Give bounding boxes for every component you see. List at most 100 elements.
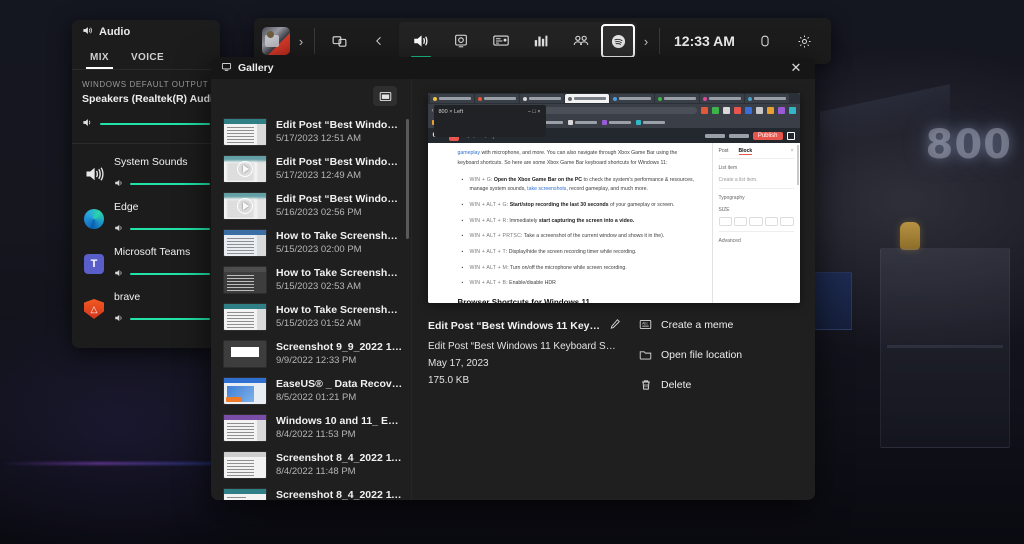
list-item[interactable]: How to Take Screenshots in... 5/15/2023 … [211,298,411,335]
preview-save-draft [705,134,725,138]
close-icon[interactable]: ✕ [783,58,809,78]
preview-list-item: WIN + ALT + G: Start/stop recording the … [470,201,696,211]
gallery-item-list[interactable]: Edit Post “Best Windows 11... 5/17/2023 … [211,113,411,500]
create-meme-button[interactable]: Abc Create a meme [639,318,799,331]
tab-voice[interactable]: VOICE [123,48,172,69]
open-file-location-label: Open file location [661,349,742,361]
list-item[interactable]: EaseUS® _ Data Recovery,... 8/5/2022 01:… [211,372,411,409]
detail-metadata: Edit Post “Best Windows 11 Keyboard Shor… [428,317,621,408]
volume-icon[interactable] [114,220,124,238]
chevron-left-icon[interactable] [359,22,399,60]
list-item[interactable]: Windows 10 and 11_ Easily Ta... 8/4/2022… [211,409,411,446]
wallpaper-poster [812,272,852,330]
profile-button[interactable] [260,27,292,55]
play-icon [224,156,266,182]
widgets-icon[interactable] [319,22,359,60]
preview-browser-tabs [428,93,800,104]
preview-sidebar-advanced: Advanced [719,238,794,244]
list-item[interactable]: Edit Post “Best Windows 11... 5/17/2023 … [211,113,411,150]
audio-icon[interactable] [401,22,441,60]
desktop-background: 800 Audio MIX VOICE WINDOWS DEFAULT OUTP… [0,0,1024,544]
divider [314,28,315,54]
tab-mix[interactable]: MIX [82,48,117,69]
broadcast-icon[interactable] [481,22,521,60]
audio-app-volume-row[interactable] [114,175,210,193]
gallery-titlebar: Gallery ✕ [211,57,815,79]
audio-app-volume-slider[interactable] [130,318,210,320]
volume-icon[interactable] [114,310,124,328]
preview-paragraph-text: with microphone, and more. You can also … [458,150,678,166]
divider [72,143,220,144]
audio-app-row[interactable]: △ brave [72,285,220,330]
master-volume-row[interactable] [72,113,220,143]
audio-app-name: brave [114,291,210,303]
resources-icon[interactable] [745,22,785,60]
pencil-icon[interactable] [609,317,621,335]
list-item-date: 8/5/2022 01:21 PM [276,392,403,403]
audio-app-volume-slider[interactable] [130,228,210,230]
audio-app-row[interactable]: System Sounds [72,150,220,195]
preview-image[interactable]: ‹ › ↻ [428,93,800,303]
preview-publish-button: Publish [753,132,783,140]
audio-app-volume-slider[interactable] [130,273,210,275]
performance-icon[interactable] [521,22,561,60]
list-item-date: 5/17/2023 12:51 AM [276,133,403,144]
chevron-right-icon[interactable]: › [637,34,655,49]
audio-app-name: System Sounds [114,156,210,168]
list-item[interactable]: How to Take Screenshots in... 5/15/2023 … [211,261,411,298]
audio-app-volume-row[interactable] [114,310,210,328]
xbox-profile-avatar[interactable] [262,27,290,55]
preview-overlay-label: 800 × Left [439,109,464,115]
speaker-icon [82,25,93,39]
volume-icon[interactable] [114,265,124,283]
volume-icon[interactable] [82,115,93,133]
preview-article: gameplay with microphone, and more. You … [428,143,712,303]
list-scrollbar[interactable] [406,119,409,239]
capture-icon[interactable] [441,22,481,60]
layout-view-icon[interactable] [373,86,397,106]
audio-app-name: Edge [114,201,210,213]
audio-app-volume-slider[interactable] [130,183,210,185]
list-item[interactable]: Screenshot 9_9_2022 12_33_... 9/9/2022 1… [211,335,411,372]
master-volume-slider[interactable] [100,123,210,125]
audio-app-volume-row[interactable] [114,265,210,283]
audio-app-row[interactable]: Edge [72,195,220,240]
settings-icon[interactable] [785,22,825,60]
preview-shortcut-list: WIN + G: Open the Xbox Game Bar on the P… [470,176,696,289]
meme-icon: Abc [639,318,652,331]
detail-size: 175.0 KB [428,375,621,386]
preview-list-item: WIN + ALT + B: Enable/disable HDR [470,279,696,289]
thumbnail [223,340,267,368]
thumbnail [223,229,267,257]
neon-sign: 800 [926,122,1013,168]
list-item-date: 8/4/2022 11:48 PM [276,466,403,477]
preview-paragraph: gameplay with microphone, and more. You … [458,149,696,169]
audio-app-volume-row[interactable] [114,220,210,238]
open-file-location-button[interactable]: Open file location [639,348,799,361]
preview-list-item: WIN + ALT + M: Turn on/off the microphon… [470,264,696,274]
thumbnail [223,118,267,146]
list-item[interactable]: Edit Post “Best Windows 11... 5/16/2023 … [211,187,411,224]
list-item-date: 5/15/2023 01:52 AM [276,318,403,329]
clock: 12:33 AM [664,33,745,49]
list-item[interactable]: Screenshot 8_4_2022 11_48_... 8/4/2022 1… [211,446,411,483]
list-item[interactable]: Edit Post “Best Windows 11... 5/17/2023 … [211,150,411,187]
gallery-title: Gallery [238,62,274,74]
preview-editor-sidebar: Post Block × List item Create a list ite… [712,143,800,303]
volume-icon[interactable] [114,175,124,193]
preview-list-item: WIN + ALT + R: Immediately start capturi… [470,217,696,227]
list-item[interactable]: How to Take Screenshots in... 5/15/2023 … [211,224,411,261]
spotify-icon[interactable] [601,24,635,58]
list-item[interactable]: Screenshot 8_4_2022 11_40_... 8/4/2022 1… [211,483,411,500]
thumbnail [223,266,267,294]
teams-icon: T [82,252,106,276]
xbox-social-icon[interactable] [561,22,601,60]
thumbnail [223,192,267,220]
list-item-name: How to Take Screenshots in... [276,267,403,279]
chevron-right-icon[interactable]: › [292,34,310,49]
list-item-date: 5/15/2023 02:53 AM [276,281,403,292]
audio-app-row[interactable]: T Microsoft Teams [72,240,220,285]
audio-widget-tabs: MIX VOICE [72,48,220,70]
delete-button[interactable]: Delete [639,378,799,391]
preview-scrollbar [797,145,799,185]
